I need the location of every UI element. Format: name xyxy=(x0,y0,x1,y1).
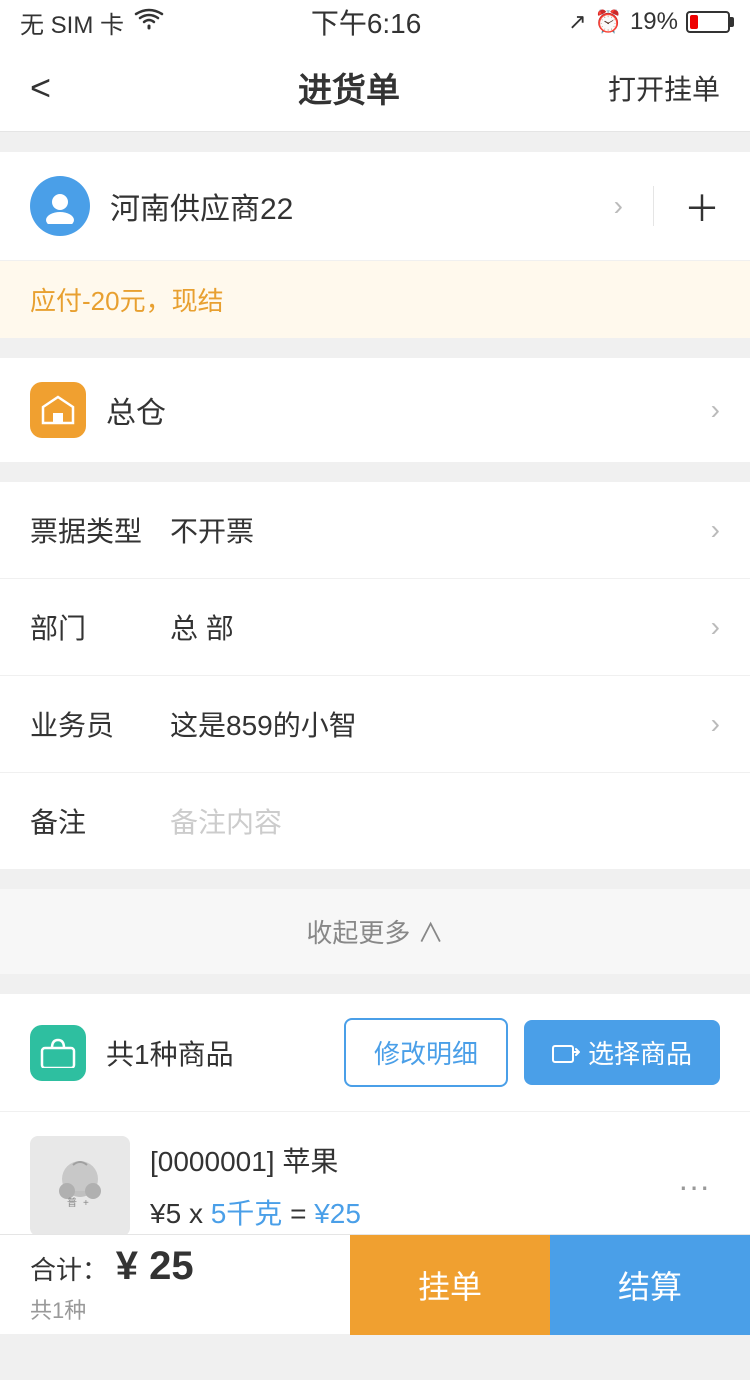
warehouse-arrow-icon: › xyxy=(711,394,720,426)
products-section: 共1种商品 修改明细 选择商品 普 + [0000001] xyxy=(0,994,750,1260)
supplier-avatar xyxy=(30,176,90,236)
warehouse-name: 总仓 xyxy=(106,388,711,432)
sales-row[interactable]: 业务员 这是859的小智 › xyxy=(0,676,750,773)
location-icon: ↗ xyxy=(568,9,586,35)
alarm-icon: ⏰ xyxy=(595,9,622,35)
collapse-button[interactable]: 收起更多 ∧ xyxy=(0,889,750,974)
invoice-arrow-icon: › xyxy=(711,514,720,546)
product-qty: 5千克 xyxy=(211,1198,283,1229)
supplier-name: 河南供应商22 xyxy=(110,184,614,228)
product-equals: = xyxy=(290,1198,314,1229)
hang-button[interactable]: 挂单 xyxy=(350,1235,550,1335)
sales-value: 这是859的小智 xyxy=(150,704,711,744)
remark-label: 备注 xyxy=(30,801,150,841)
open-hang-button[interactable]: 打开挂单 xyxy=(608,68,720,108)
divider xyxy=(653,186,654,226)
product-total: ¥25 xyxy=(314,1198,361,1229)
bottom-bar: 合计： ¥ 25 共1种 挂单 结算 xyxy=(0,1234,750,1334)
total-amount: ¥ 25 xyxy=(116,1244,194,1288)
status-left: 无 SIM 卡 xyxy=(20,5,164,40)
battery-icon xyxy=(686,11,730,33)
products-count-label: 共1种商品 xyxy=(106,1033,344,1073)
total-count: 共1种 xyxy=(30,1293,320,1325)
add-supplier-button[interactable]: ＋ xyxy=(684,180,720,232)
status-time: 下午6:16 xyxy=(311,2,422,42)
svg-text:+: + xyxy=(83,1198,89,1209)
checkout-button[interactable]: 结算 xyxy=(550,1235,750,1335)
select-product-label: 选择商品 xyxy=(588,1034,692,1071)
dept-arrow-icon: › xyxy=(711,611,720,643)
select-product-button[interactable]: 选择商品 xyxy=(524,1020,720,1085)
supplier-row[interactable]: 河南供应商22 › ＋ xyxy=(0,152,750,261)
sales-arrow-icon: › xyxy=(711,708,720,740)
warehouse-icon xyxy=(30,382,86,438)
product-unit-price: ¥5 xyxy=(150,1198,181,1229)
invoice-row[interactable]: 票据类型 不开票 › xyxy=(0,482,750,579)
products-icon xyxy=(30,1025,86,1081)
product-multiply: x xyxy=(189,1198,211,1229)
wifi-icon xyxy=(134,8,164,37)
product-more-button[interactable]: ··· xyxy=(668,1158,720,1215)
svg-text:普: 普 xyxy=(67,1196,77,1209)
supplier-arrow-icon: › xyxy=(614,190,623,222)
remark-input[interactable]: 备注内容 xyxy=(150,801,720,841)
warehouse-section: 总仓 › xyxy=(0,358,750,462)
alert-banner: 应付-20元，现结 xyxy=(0,261,750,338)
supplier-section: 河南供应商22 › ＋ 应付-20元，现结 xyxy=(0,152,750,338)
product-code: [0000001] xyxy=(150,1146,282,1177)
dept-label: 部门 xyxy=(30,607,150,647)
dept-value: 总 部 xyxy=(150,607,711,647)
product-price: ¥5 x 5千克 = ¥25 xyxy=(150,1192,668,1232)
total-area: 合计： ¥ 25 共1种 xyxy=(0,1244,350,1325)
carrier-label: 无 SIM 卡 xyxy=(20,5,124,40)
battery-percent: 19% xyxy=(630,8,678,36)
products-header: 共1种商品 修改明细 选择商品 xyxy=(0,994,750,1112)
status-right: ↗ ⏰ 19% xyxy=(568,8,730,36)
form-section: 票据类型 不开票 › 部门 总 部 › 业务员 这是859的小智 › 备注 备注… xyxy=(0,482,750,869)
nav-bar: < 进货单 打开挂单 xyxy=(0,44,750,132)
product-thumbnail: 普 + xyxy=(30,1136,130,1236)
back-button[interactable]: < xyxy=(30,67,90,109)
sales-label: 业务员 xyxy=(30,704,150,744)
edit-detail-button[interactable]: 修改明细 xyxy=(344,1018,508,1087)
invoice-value: 不开票 xyxy=(150,510,711,550)
product-name: [0000001] 苹果 xyxy=(150,1140,668,1180)
status-bar: 无 SIM 卡 下午6:16 ↗ ⏰ 19% xyxy=(0,0,750,44)
invoice-label: 票据类型 xyxy=(30,510,150,550)
product-info: [0000001] 苹果 ¥5 x 5千克 = ¥25 xyxy=(150,1140,668,1232)
total-label: 合计： xyxy=(30,1255,108,1285)
total-row: 合计： ¥ 25 xyxy=(30,1244,320,1289)
warehouse-row[interactable]: 总仓 › xyxy=(0,358,750,462)
remark-row[interactable]: 备注 备注内容 xyxy=(0,773,750,869)
product-title: 苹果 xyxy=(282,1146,338,1177)
page-title: 进货单 xyxy=(298,63,400,112)
dept-row[interactable]: 部门 总 部 › xyxy=(0,579,750,676)
